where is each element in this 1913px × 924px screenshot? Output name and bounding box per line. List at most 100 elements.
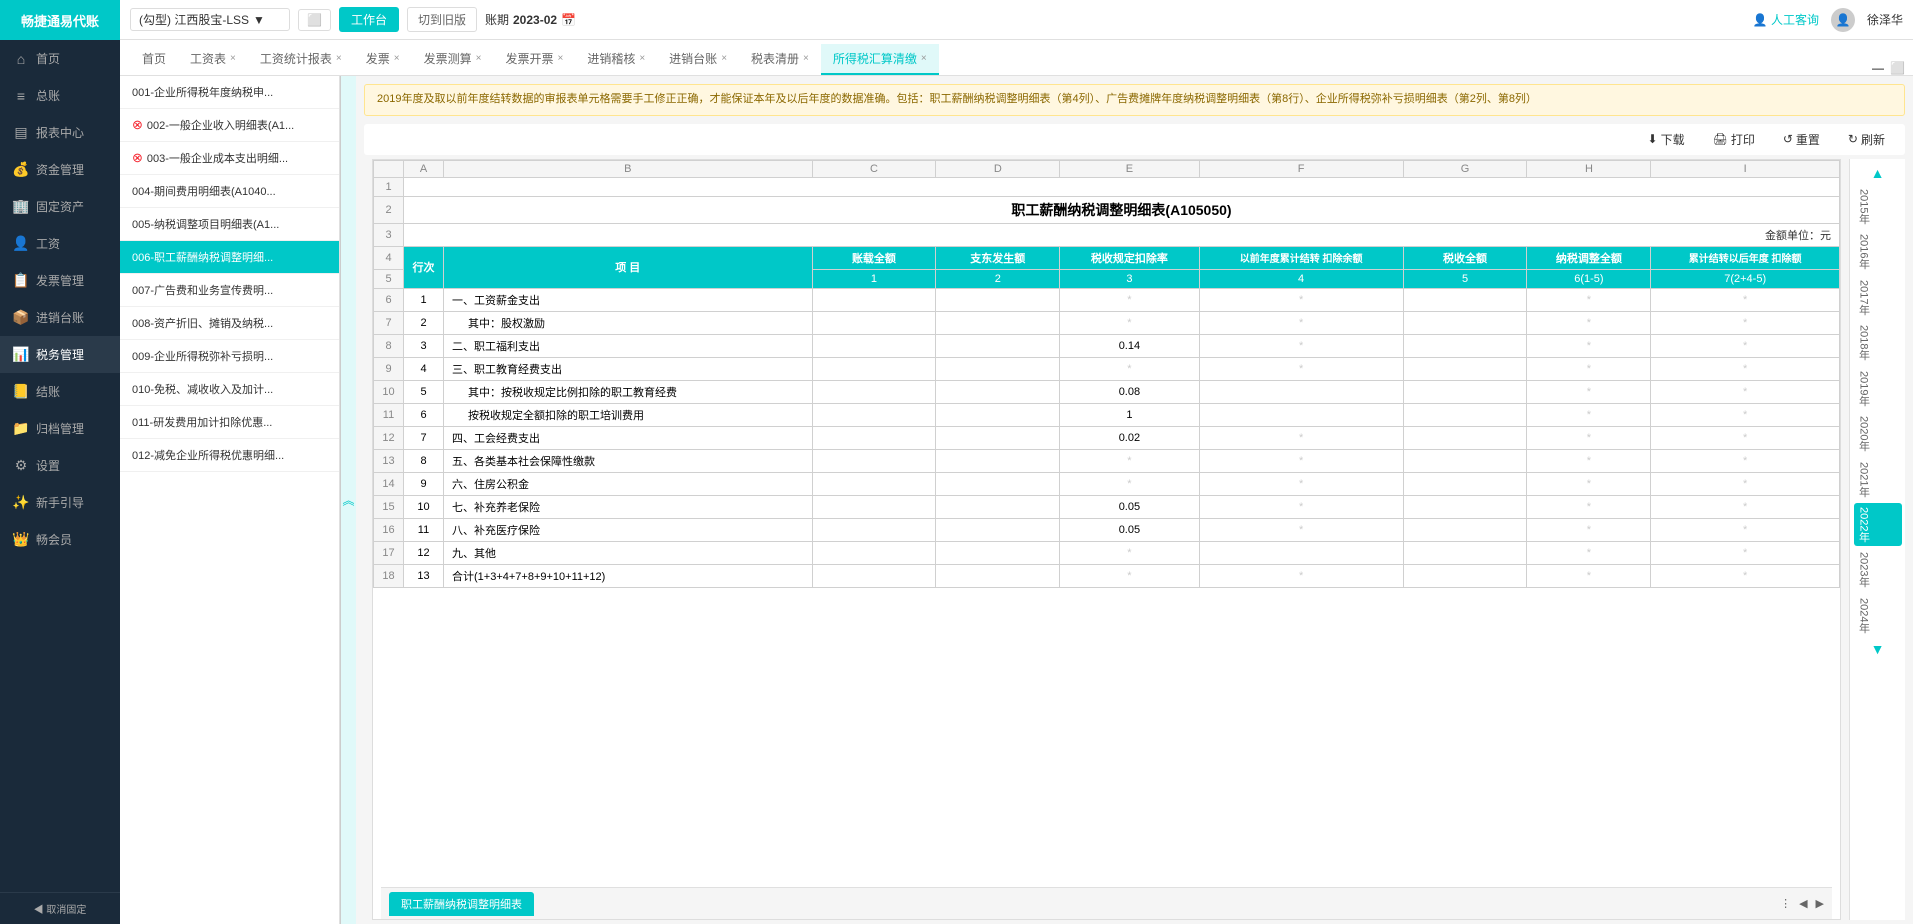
tab-income-tax[interactable]: 所得税汇算清缴 × xyxy=(821,44,939,75)
data-cell[interactable] xyxy=(1403,380,1527,403)
left-panel-item-011[interactable]: 011-研发费用加计扣除优惠... xyxy=(120,406,339,439)
left-panel-item-007[interactable]: 007-广告费和业务宣传费明... xyxy=(120,274,339,307)
print-button[interactable]: 🖨 打印 xyxy=(1705,128,1763,151)
data-cell[interactable] xyxy=(936,403,1060,426)
data-cell[interactable] xyxy=(812,288,936,311)
service-link[interactable]: 👤 人工客询 xyxy=(1753,11,1819,28)
tab-close[interactable]: × xyxy=(721,53,727,64)
left-panel-item-006[interactable]: 006-职工薪酬纳税调整明细... xyxy=(120,241,339,274)
workbench-button[interactable]: 工作台 xyxy=(339,7,399,32)
tab-maximize-icon[interactable]: ⬜ xyxy=(1890,61,1905,75)
tab-tax-book[interactable]: 税表清册 × xyxy=(739,44,821,75)
tab-home[interactable]: 首页 xyxy=(130,44,178,75)
data-cell[interactable] xyxy=(936,334,1060,357)
data-cell[interactable] xyxy=(1403,426,1527,449)
tab-close[interactable]: × xyxy=(639,53,645,64)
data-cell[interactable] xyxy=(812,564,936,587)
scroll-left-icon[interactable]: ◀ xyxy=(1799,897,1807,910)
sheet-tab[interactable]: 职工薪酬纳税调整明细表 xyxy=(389,892,534,916)
data-cell[interactable] xyxy=(1199,541,1403,564)
data-cell[interactable] xyxy=(1403,495,1527,518)
year-2018[interactable]: 2018年 xyxy=(1854,321,1902,364)
data-cell[interactable] xyxy=(1199,380,1403,403)
tab-inout-ledger[interactable]: 进销台账 × xyxy=(657,44,739,75)
collapse-panel-button[interactable]: 《 xyxy=(340,76,356,924)
tab-minimize-icon[interactable]: — xyxy=(1872,61,1884,75)
data-cell[interactable] xyxy=(1403,311,1527,334)
left-panel-item-009[interactable]: 009-企业所得税弥补亏损明... xyxy=(120,340,339,373)
more-dots-icon[interactable]: ⋮ xyxy=(1780,897,1791,910)
tab-inout-check[interactable]: 进销稽核 × xyxy=(575,44,657,75)
download-button[interactable]: ⬇ 下载 xyxy=(1640,128,1693,151)
left-panel-item-008[interactable]: 008-资产折旧、摊销及纳税... xyxy=(120,307,339,340)
data-cell[interactable] xyxy=(936,449,1060,472)
data-cell[interactable] xyxy=(812,380,936,403)
year-2022[interactable]: 2022年 xyxy=(1854,503,1902,546)
data-cell[interactable] xyxy=(936,311,1060,334)
left-panel-item-002[interactable]: ⊗ 002-一般企业收入明细表(A1... xyxy=(120,109,339,142)
left-panel-item-005[interactable]: 005-纳税调整项目明细表(A1... xyxy=(120,208,339,241)
sidebar-item-stock[interactable]: 📦 进销台账 xyxy=(0,299,120,336)
refresh-button[interactable]: ↻ 刷新 xyxy=(1840,128,1893,151)
tab-invoice[interactable]: 发票 × xyxy=(354,44,412,75)
data-cell[interactable] xyxy=(1403,357,1527,380)
data-cell[interactable] xyxy=(812,449,936,472)
sidebar-item-reports[interactable]: ▤ 报表中心 xyxy=(0,114,120,151)
sidebar-item-ledger[interactable]: ≡ 总账 xyxy=(0,77,120,114)
data-cell[interactable] xyxy=(812,518,936,541)
data-cell[interactable] xyxy=(936,380,1060,403)
data-cell[interactable] xyxy=(1403,541,1527,564)
data-cell[interactable] xyxy=(1403,472,1527,495)
sidebar-item-guide[interactable]: ✨ 新手引导 xyxy=(0,484,120,521)
data-cell[interactable] xyxy=(936,426,1060,449)
left-panel-item-010[interactable]: 010-免税、减收收入及加计... xyxy=(120,373,339,406)
data-cell[interactable] xyxy=(936,357,1060,380)
sidebar-item-payroll[interactable]: 👤 工资 xyxy=(0,225,120,262)
sidebar-item-finance[interactable]: 💰 资金管理 xyxy=(0,151,120,188)
year-2017[interactable]: 2017年 xyxy=(1854,276,1902,319)
left-panel-item-003[interactable]: ⊗ 003-一般企业成本支出明细... xyxy=(120,142,339,175)
tab-payroll[interactable]: 工资表 × xyxy=(178,44,248,75)
data-cell[interactable] xyxy=(1403,403,1527,426)
left-panel-item-004[interactable]: 004-期间费用明细表(A1040... xyxy=(120,175,339,208)
data-cell[interactable] xyxy=(1403,288,1527,311)
tab-payroll-stats[interactable]: 工资统计报表 × xyxy=(248,44,354,75)
tab-close[interactable]: × xyxy=(394,53,400,64)
data-cell[interactable] xyxy=(1199,403,1403,426)
data-cell[interactable] xyxy=(1403,334,1527,357)
data-cell[interactable] xyxy=(812,311,936,334)
tab-close[interactable]: × xyxy=(230,53,236,64)
year-2016[interactable]: 2016年 xyxy=(1854,230,1902,273)
copy-button[interactable]: ⬜ xyxy=(298,9,331,31)
data-cell[interactable] xyxy=(812,426,936,449)
year-2015[interactable]: 2015年 xyxy=(1854,185,1902,228)
year-scroll-up[interactable]: ▲ xyxy=(1869,163,1887,183)
sidebar-item-tax[interactable]: 📊 税务管理 xyxy=(0,336,120,373)
tab-close[interactable]: × xyxy=(803,53,809,64)
year-2021[interactable]: 2021年 xyxy=(1854,458,1902,501)
sidebar-item-vip[interactable]: 👑 畅会员 xyxy=(0,521,120,558)
data-cell[interactable] xyxy=(812,541,936,564)
tab-close[interactable]: × xyxy=(921,53,927,64)
sidebar-item-archive[interactable]: 📁 归档管理 xyxy=(0,410,120,447)
data-cell[interactable] xyxy=(936,472,1060,495)
data-cell[interactable] xyxy=(936,541,1060,564)
reset-button[interactable]: ↺ 重置 xyxy=(1775,128,1828,151)
year-2023[interactable]: 2023年 xyxy=(1854,548,1902,591)
data-cell[interactable] xyxy=(936,495,1060,518)
data-cell[interactable] xyxy=(936,288,1060,311)
tab-invoice-open[interactable]: 发票开票 × xyxy=(493,44,575,75)
data-cell[interactable] xyxy=(936,518,1060,541)
data-cell[interactable] xyxy=(936,564,1060,587)
data-cell[interactable] xyxy=(1403,449,1527,472)
data-cell[interactable] xyxy=(812,472,936,495)
sidebar-item-home[interactable]: ⌂ 首页 xyxy=(0,40,120,77)
spreadsheet[interactable]: A B C D E F G H I xyxy=(373,160,1840,887)
year-2020[interactable]: 2020年 xyxy=(1854,412,1902,455)
sidebar-item-settings[interactable]: ⚙ 设置 xyxy=(0,447,120,484)
sidebar-item-invoices[interactable]: 📋 发票管理 xyxy=(0,262,120,299)
sidebar-item-closing[interactable]: 📒 结账 xyxy=(0,373,120,410)
data-cell[interactable] xyxy=(1403,518,1527,541)
tab-invoice-calc[interactable]: 发票测算 × xyxy=(412,44,494,75)
tab-close[interactable]: × xyxy=(336,53,342,64)
